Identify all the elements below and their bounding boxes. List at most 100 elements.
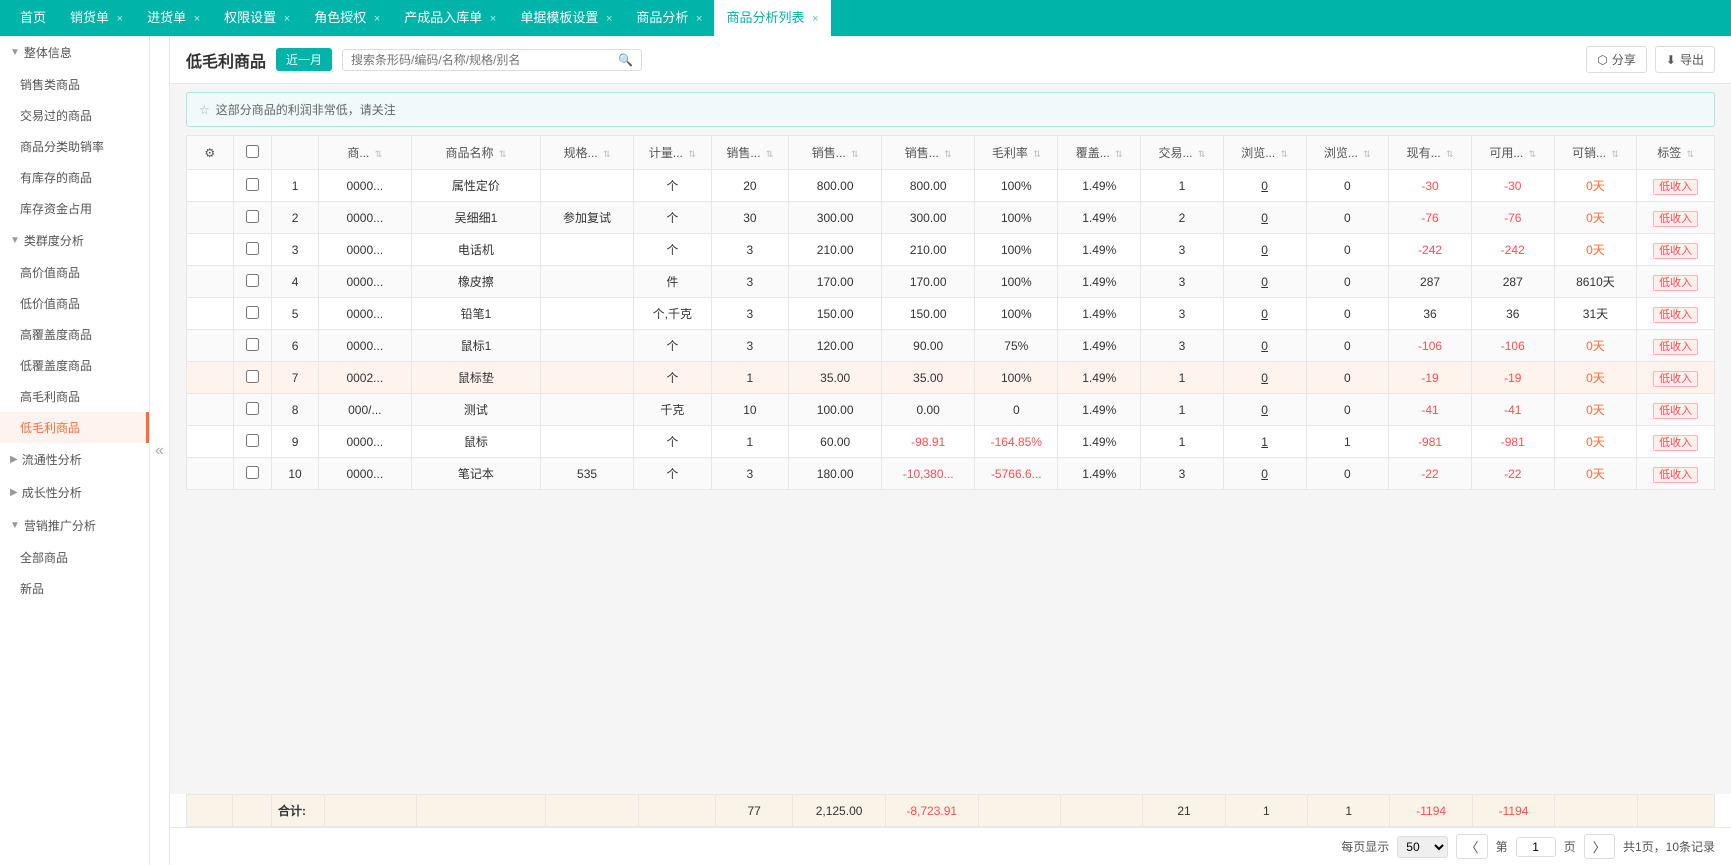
search-input[interactable] xyxy=(351,53,618,67)
row-settings[interactable] xyxy=(187,330,234,362)
row-select-checkbox[interactable] xyxy=(246,370,259,383)
col-header-checkbox[interactable] xyxy=(233,136,272,170)
browse1-link[interactable]: 0 xyxy=(1261,467,1268,481)
row-checkbox[interactable] xyxy=(233,266,272,298)
row-checkbox[interactable] xyxy=(233,362,272,394)
row-settings[interactable] xyxy=(187,458,234,490)
row-browse1[interactable]: 0 xyxy=(1223,266,1306,298)
col-header-sales-qty[interactable]: 销售... ⇅ xyxy=(711,136,789,170)
col-header-browse1[interactable]: 浏览... ⇅ xyxy=(1223,136,1306,170)
nav-product-entry[interactable]: 产成品入库单 × xyxy=(392,0,508,36)
row-checkbox[interactable] xyxy=(233,394,272,426)
nav-analysis-close[interactable]: × xyxy=(696,13,702,25)
row-browse1[interactable]: 0 xyxy=(1223,362,1306,394)
nav-sales-close[interactable]: × xyxy=(117,13,123,25)
sidebar-group-cluster[interactable]: ▼ 类群度分析 xyxy=(0,224,149,257)
sidebar-item-all-goods[interactable]: 全部商品 xyxy=(0,542,149,573)
nav-permission[interactable]: 权限设置 × xyxy=(212,0,302,36)
table-container[interactable]: ⚙ 商... ⇅ 商品名称 ⇅ 规格... ⇅ 计量... ⇅ 销售... ⇅ … xyxy=(170,135,1731,794)
browse1-link[interactable]: 0 xyxy=(1261,339,1268,353)
select-all-checkbox[interactable] xyxy=(246,145,259,158)
nav-role-close[interactable]: × xyxy=(374,13,380,25)
sidebar-item-low-value[interactable]: 低价值商品 xyxy=(0,288,149,319)
browse1-link[interactable]: 1 xyxy=(1261,435,1268,449)
sidebar-item-low-margin[interactable]: 低毛利商品 xyxy=(0,412,149,443)
browse1-link[interactable]: 0 xyxy=(1261,371,1268,385)
col-header-stock[interactable]: 现有... ⇅ xyxy=(1389,136,1472,170)
nav-purchase-close[interactable]: × xyxy=(194,13,200,25)
col-header-settings[interactable]: ⚙ xyxy=(187,136,234,170)
row-settings[interactable] xyxy=(187,298,234,330)
row-browse1[interactable]: 0 xyxy=(1223,298,1306,330)
sidebar-item-high-margin[interactable]: 高毛利商品 xyxy=(0,381,149,412)
row-browse1[interactable]: 0 xyxy=(1223,330,1306,362)
sidebar-collapse-btn[interactable]: « xyxy=(150,36,170,865)
row-browse1[interactable]: 0 xyxy=(1223,202,1306,234)
col-header-unit[interactable]: 计量... ⇅ xyxy=(634,136,712,170)
row-select-checkbox[interactable] xyxy=(246,466,259,479)
nav-product-entry-close[interactable]: × xyxy=(490,13,496,25)
sidebar-item-new-goods[interactable]: 新品 xyxy=(0,573,149,604)
browse1-link[interactable]: 0 xyxy=(1261,307,1268,321)
col-header-tag[interactable]: 标签 ⇅ xyxy=(1637,136,1715,170)
sidebar-group-growth[interactable]: ▶ 成长性分析 xyxy=(0,476,149,509)
row-select-checkbox[interactable] xyxy=(246,434,259,447)
sidebar-item-capital[interactable]: 库存资金占用 xyxy=(0,193,149,224)
row-browse1[interactable]: 0 xyxy=(1223,170,1306,202)
browse1-link[interactable]: 0 xyxy=(1261,275,1268,289)
row-checkbox[interactable] xyxy=(233,170,272,202)
col-header-browse2[interactable]: 浏览... ⇅ xyxy=(1306,136,1389,170)
nav-permission-close[interactable]: × xyxy=(284,13,290,25)
row-settings[interactable] xyxy=(187,202,234,234)
row-select-checkbox[interactable] xyxy=(246,402,259,415)
col-header-profit-rate[interactable]: 毛利率 ⇅ xyxy=(975,136,1058,170)
row-browse1[interactable]: 0 xyxy=(1223,458,1306,490)
row-browse1[interactable]: 0 xyxy=(1223,234,1306,266)
row-settings[interactable] xyxy=(187,170,234,202)
export-button[interactable]: ⬇ 导出 xyxy=(1655,46,1715,73)
row-settings[interactable] xyxy=(187,234,234,266)
row-select-checkbox[interactable] xyxy=(246,178,259,191)
nav-analysis[interactable]: 商品分析 × xyxy=(624,0,714,36)
nav-template-close[interactable]: × xyxy=(606,13,612,25)
sidebar-item-sales-goods[interactable]: 销售类商品 xyxy=(0,69,149,100)
nav-template[interactable]: 单据模板设置 × xyxy=(508,0,624,36)
nav-purchase[interactable]: 进货单 × xyxy=(135,0,212,36)
col-header-sales-profit[interactable]: 销售... ⇅ xyxy=(882,136,975,170)
sidebar-group-flow[interactable]: ▶ 流通性分析 xyxy=(0,443,149,476)
sidebar-item-high-coverage[interactable]: 高覆盖度商品 xyxy=(0,319,149,350)
col-header-spec[interactable]: 规格... ⇅ xyxy=(541,136,634,170)
col-header-available[interactable]: 可用... ⇅ xyxy=(1471,136,1554,170)
share-button[interactable]: ⬡ 分享 xyxy=(1586,46,1647,73)
sidebar-group-marketing[interactable]: ▼ 营销推广分析 xyxy=(0,509,149,542)
row-settings[interactable] xyxy=(187,426,234,458)
row-settings[interactable] xyxy=(187,362,234,394)
row-checkbox[interactable] xyxy=(233,202,272,234)
row-checkbox[interactable] xyxy=(233,458,272,490)
per-page-select[interactable]: 50 20 100 xyxy=(1397,836,1448,858)
browse1-link[interactable]: 0 xyxy=(1261,211,1268,225)
row-select-checkbox[interactable] xyxy=(246,210,259,223)
sidebar-item-category-rate[interactable]: 商品分类助销率 xyxy=(0,131,149,162)
nav-analysis-list[interactable]: 商品分析列表 × xyxy=(714,0,830,36)
col-header-trade[interactable]: 交易... ⇅ xyxy=(1141,136,1224,170)
row-browse1[interactable]: 1 xyxy=(1223,426,1306,458)
nav-sales[interactable]: 销货单 × xyxy=(58,0,135,36)
row-settings[interactable] xyxy=(187,266,234,298)
row-checkbox[interactable] xyxy=(233,234,272,266)
period-button[interactable]: 近一月 xyxy=(276,48,332,71)
row-select-checkbox[interactable] xyxy=(246,338,259,351)
row-select-checkbox[interactable] xyxy=(246,274,259,287)
row-settings[interactable] xyxy=(187,394,234,426)
col-header-coverage[interactable]: 覆盖... ⇅ xyxy=(1058,136,1141,170)
row-checkbox[interactable] xyxy=(233,426,272,458)
sidebar-item-high-value[interactable]: 高价值商品 xyxy=(0,257,149,288)
nav-home[interactable]: 首页 xyxy=(8,0,58,36)
nav-role[interactable]: 角色授权 × xyxy=(302,0,392,36)
col-header-sales-amt[interactable]: 销售... ⇅ xyxy=(789,136,882,170)
sidebar-item-in-stock[interactable]: 有库存的商品 xyxy=(0,162,149,193)
sidebar-group-overview[interactable]: ▼ 整体信息 xyxy=(0,36,149,69)
row-select-checkbox[interactable] xyxy=(246,242,259,255)
row-checkbox[interactable] xyxy=(233,298,272,330)
sidebar-item-low-coverage[interactable]: 低覆盖度商品 xyxy=(0,350,149,381)
